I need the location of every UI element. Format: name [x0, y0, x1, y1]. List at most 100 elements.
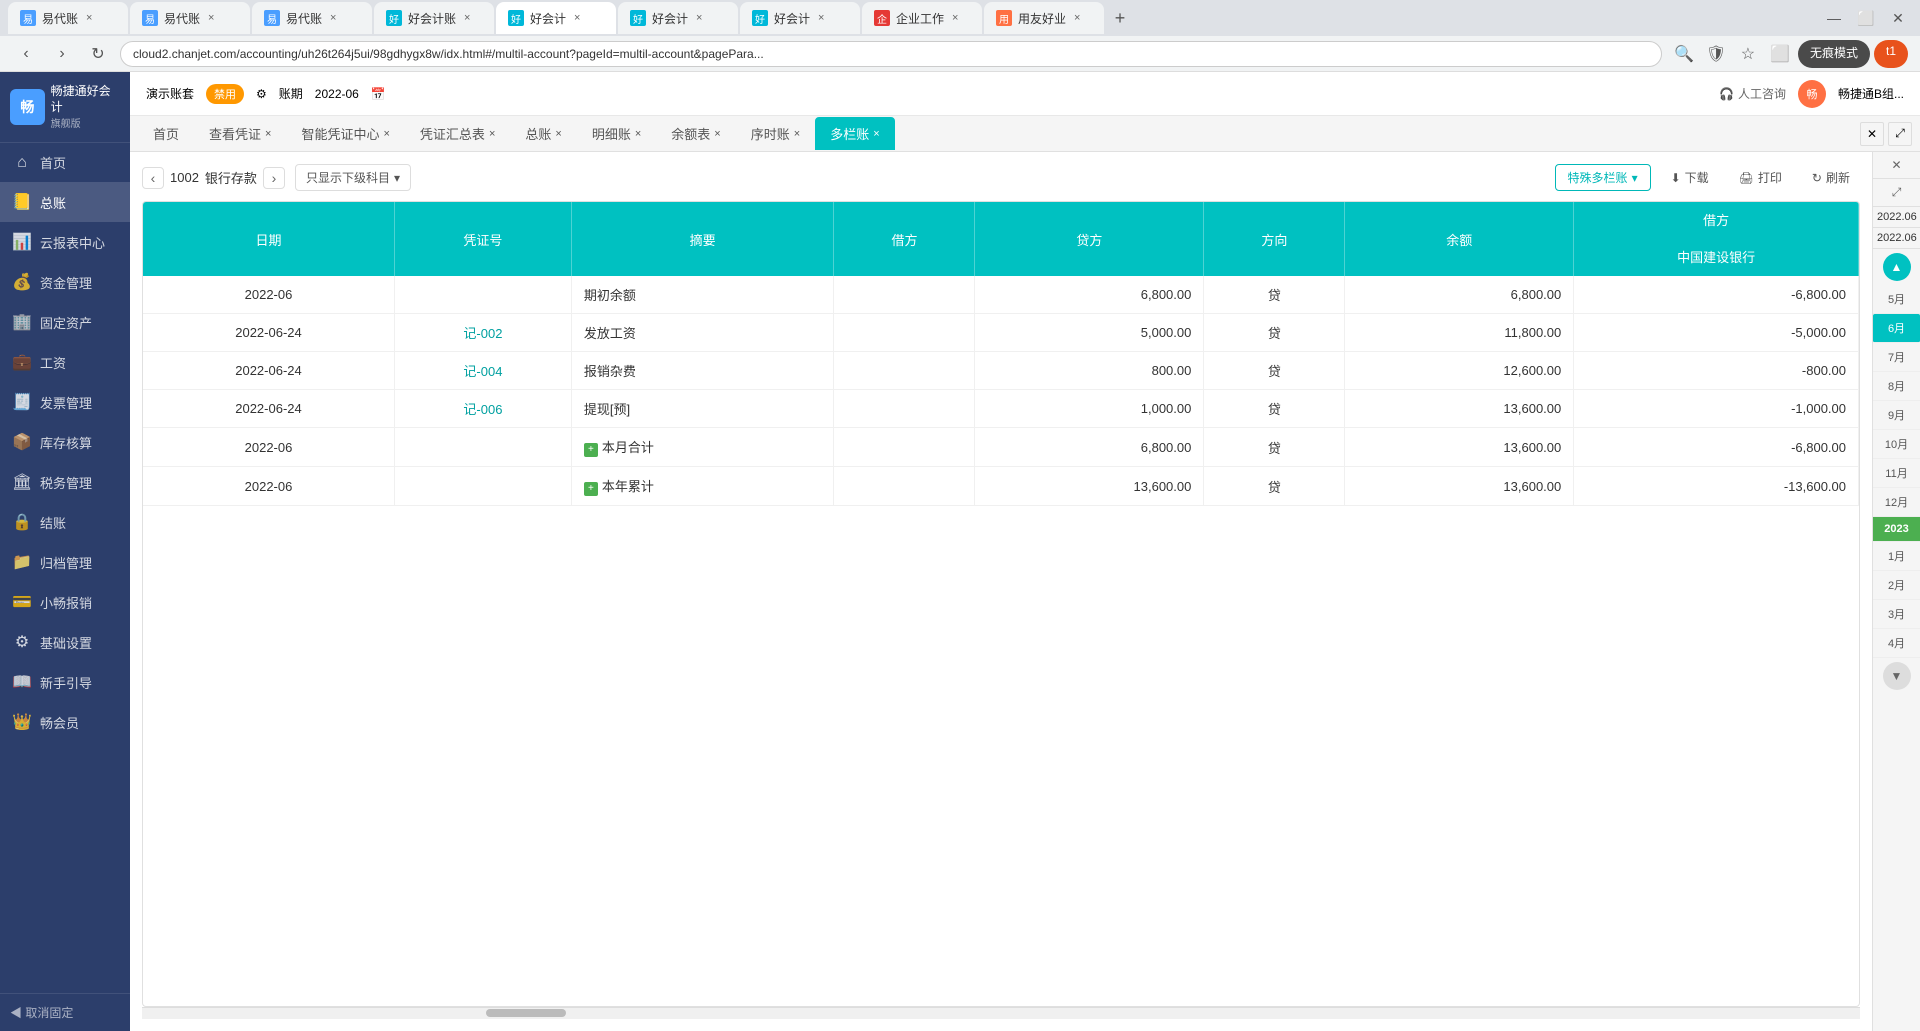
time-item-oct[interactable]: 10月	[1873, 430, 1920, 459]
cell-voucher[interactable]: 记-002	[394, 314, 571, 352]
browser-tab-2[interactable]: 易 易代账 ×	[130, 2, 250, 34]
extensions-icon[interactable]: ⬜	[1766, 40, 1794, 68]
sidebar-item-inventory[interactable]: 📦 库存核算	[0, 422, 130, 462]
time-scroll-up-button[interactable]: ▲	[1883, 253, 1911, 281]
close-button[interactable]: ✕	[1884, 4, 1912, 32]
prev-account-button[interactable]: ‹	[142, 167, 164, 189]
time-item-feb[interactable]: 2月	[1873, 571, 1920, 600]
tab-close-1[interactable]: ×	[84, 10, 94, 26]
filter-button[interactable]: 只显示下级科目 ▾	[295, 164, 411, 191]
no-trace-button[interactable]: 无痕模式	[1798, 40, 1870, 68]
maximize-button[interactable]: ⬜	[1852, 4, 1880, 32]
tab-sequence-close[interactable]: ×	[794, 128, 800, 140]
scrollbar-thumb[interactable]	[486, 1009, 566, 1017]
refresh-button[interactable]: ↻	[84, 40, 112, 68]
time-item-year-2023[interactable]: 2023	[1873, 517, 1920, 542]
browser-tab-6[interactable]: 好 好会计 ×	[618, 2, 738, 34]
time-item-july[interactable]: 7月	[1873, 343, 1920, 372]
tab-sequence[interactable]: 序时账 ×	[736, 117, 815, 150]
print-button[interactable]: 🖨 打印	[1729, 165, 1792, 190]
tab-general-ledger-close[interactable]: ×	[555, 128, 561, 140]
tab-balance-close[interactable]: ×	[714, 128, 720, 140]
tab-detail-ledger[interactable]: 明细账 ×	[577, 117, 656, 150]
panel-expand-button[interactable]: ⤢	[1873, 179, 1920, 207]
browser-tab-5[interactable]: 好 好会计 ×	[496, 2, 616, 34]
invoice-icon: 🧾	[12, 392, 32, 412]
special-ledger-button[interactable]: 特殊多栏账 ▾	[1555, 164, 1651, 191]
time-item-aug[interactable]: 8月	[1873, 372, 1920, 401]
time-item-mar[interactable]: 3月	[1873, 600, 1920, 629]
time-scroll-down-button[interactable]: ▼	[1883, 662, 1911, 690]
time-item-sep[interactable]: 9月	[1873, 401, 1920, 430]
tab-multi-column[interactable]: 多栏账 ×	[815, 117, 894, 150]
tab-close-8[interactable]: ×	[950, 10, 960, 26]
next-account-button[interactable]: ›	[263, 167, 285, 189]
tab-close-2[interactable]: ×	[206, 10, 216, 26]
sidebar-item-settings[interactable]: ⚙ 基础设置	[0, 622, 130, 662]
sidebar-item-close[interactable]: 🔒 结账	[0, 502, 130, 542]
tab-close-5[interactable]: ×	[572, 10, 582, 26]
unpin-button[interactable]: ◀ 取消固定	[10, 1004, 120, 1021]
tab-balance[interactable]: 余额表 ×	[656, 117, 735, 150]
tab-voucher-summary-close[interactable]: ×	[489, 128, 495, 140]
browser-tab-9[interactable]: 用 用友好业 ×	[984, 2, 1104, 34]
tab-close-6[interactable]: ×	[694, 10, 704, 26]
sidebar-item-archive[interactable]: 📁 归档管理	[0, 542, 130, 582]
tab-general-ledger[interactable]: 总账 ×	[510, 117, 576, 150]
tab-voucher[interactable]: 查看凭证 ×	[194, 117, 286, 150]
sidebar-item-invoice[interactable]: 🧾 发票管理	[0, 382, 130, 422]
time-item-dec[interactable]: 12月	[1873, 488, 1920, 517]
calendar-icon[interactable]: 📅	[371, 87, 386, 101]
service-button[interactable]: 🎧 人工咨询	[1719, 85, 1786, 102]
sidebar-item-home[interactable]: ⌂ 首页	[0, 143, 130, 182]
browser-tab-8[interactable]: 企 企业工作 ×	[862, 2, 982, 34]
cell-voucher[interactable]: 记-004	[394, 352, 571, 390]
sidebar-item-salary[interactable]: 💼 工资	[0, 342, 130, 382]
url-input[interactable]: cloud2.chanjet.com/accounting/uh26t264j5…	[120, 41, 1662, 67]
time-item-jan[interactable]: 1月	[1873, 542, 1920, 571]
tab-home[interactable]: 首页	[138, 117, 194, 150]
sidebar-item-vip[interactable]: 👑 畅会员	[0, 702, 130, 742]
settings-icon-top[interactable]: ⚙	[256, 87, 267, 101]
time-item-june[interactable]: 6月	[1873, 314, 1920, 343]
refresh-button[interactable]: ↻ 刷新	[1802, 165, 1860, 190]
cell-direction: 贷	[1204, 467, 1345, 506]
browser-tab-7[interactable]: 好 好会计 ×	[740, 2, 860, 34]
tab-close-4[interactable]: ×	[462, 10, 472, 26]
time-item-may[interactable]: 5月	[1873, 285, 1920, 314]
tab-voucher-summary[interactable]: 凭证汇总表 ×	[405, 117, 510, 150]
forward-button[interactable]: ›	[48, 40, 76, 68]
tab-close-3[interactable]: ×	[328, 10, 338, 26]
horizontal-scrollbar[interactable]	[142, 1007, 1860, 1019]
tab-voucher-close[interactable]: ×	[265, 128, 271, 140]
back-button[interactable]: ‹	[12, 40, 40, 68]
download-button[interactable]: ⬇ 下载	[1661, 165, 1719, 190]
panel-close-button[interactable]: ✕	[1873, 152, 1920, 179]
time-item-nov[interactable]: 11月	[1873, 459, 1920, 488]
tab-detail-ledger-close[interactable]: ×	[635, 128, 641, 140]
tab-smart-voucher[interactable]: 智能凭证中心 ×	[286, 117, 404, 150]
new-tab-button[interactable]: +	[1106, 4, 1134, 32]
browser-tab-3[interactable]: 易 易代账 ×	[252, 2, 372, 34]
sidebar-item-guide[interactable]: 📖 新手引导	[0, 662, 130, 702]
time-item-apr[interactable]: 4月	[1873, 629, 1920, 658]
update-button[interactable]: t1	[1874, 40, 1908, 68]
sidebar-item-tax[interactable]: 🏛 税务管理	[0, 462, 130, 502]
tab-close-7[interactable]: ×	[816, 10, 826, 26]
sidebar-item-funds[interactable]: 💰 资金管理	[0, 262, 130, 302]
cell-voucher[interactable]: 记-006	[394, 390, 571, 428]
tab-smart-voucher-close[interactable]: ×	[383, 128, 389, 140]
star-icon[interactable]: ☆	[1734, 40, 1762, 68]
minimize-button[interactable]: —	[1820, 4, 1848, 32]
sidebar-item-assets[interactable]: 🏢 固定资产	[0, 302, 130, 342]
sidebar-item-reports[interactable]: 📊 云报表中心	[0, 222, 130, 262]
browser-tab-1[interactable]: 易 易代账 ×	[8, 2, 128, 34]
search-icon[interactable]: 🔍	[1670, 40, 1698, 68]
sidebar-item-expense[interactable]: 💳 小畅报销	[0, 582, 130, 622]
tab-close-9[interactable]: ×	[1072, 10, 1082, 26]
tab-multi-column-close[interactable]: ×	[873, 128, 879, 140]
browser-tab-4[interactable]: 好 好会计账 ×	[374, 2, 494, 34]
tab-collapse-button[interactable]: ✕	[1860, 122, 1884, 146]
tab-expand-button[interactable]: ⤢	[1888, 122, 1912, 146]
sidebar-item-ledger[interactable]: 📒 总账	[0, 182, 130, 222]
